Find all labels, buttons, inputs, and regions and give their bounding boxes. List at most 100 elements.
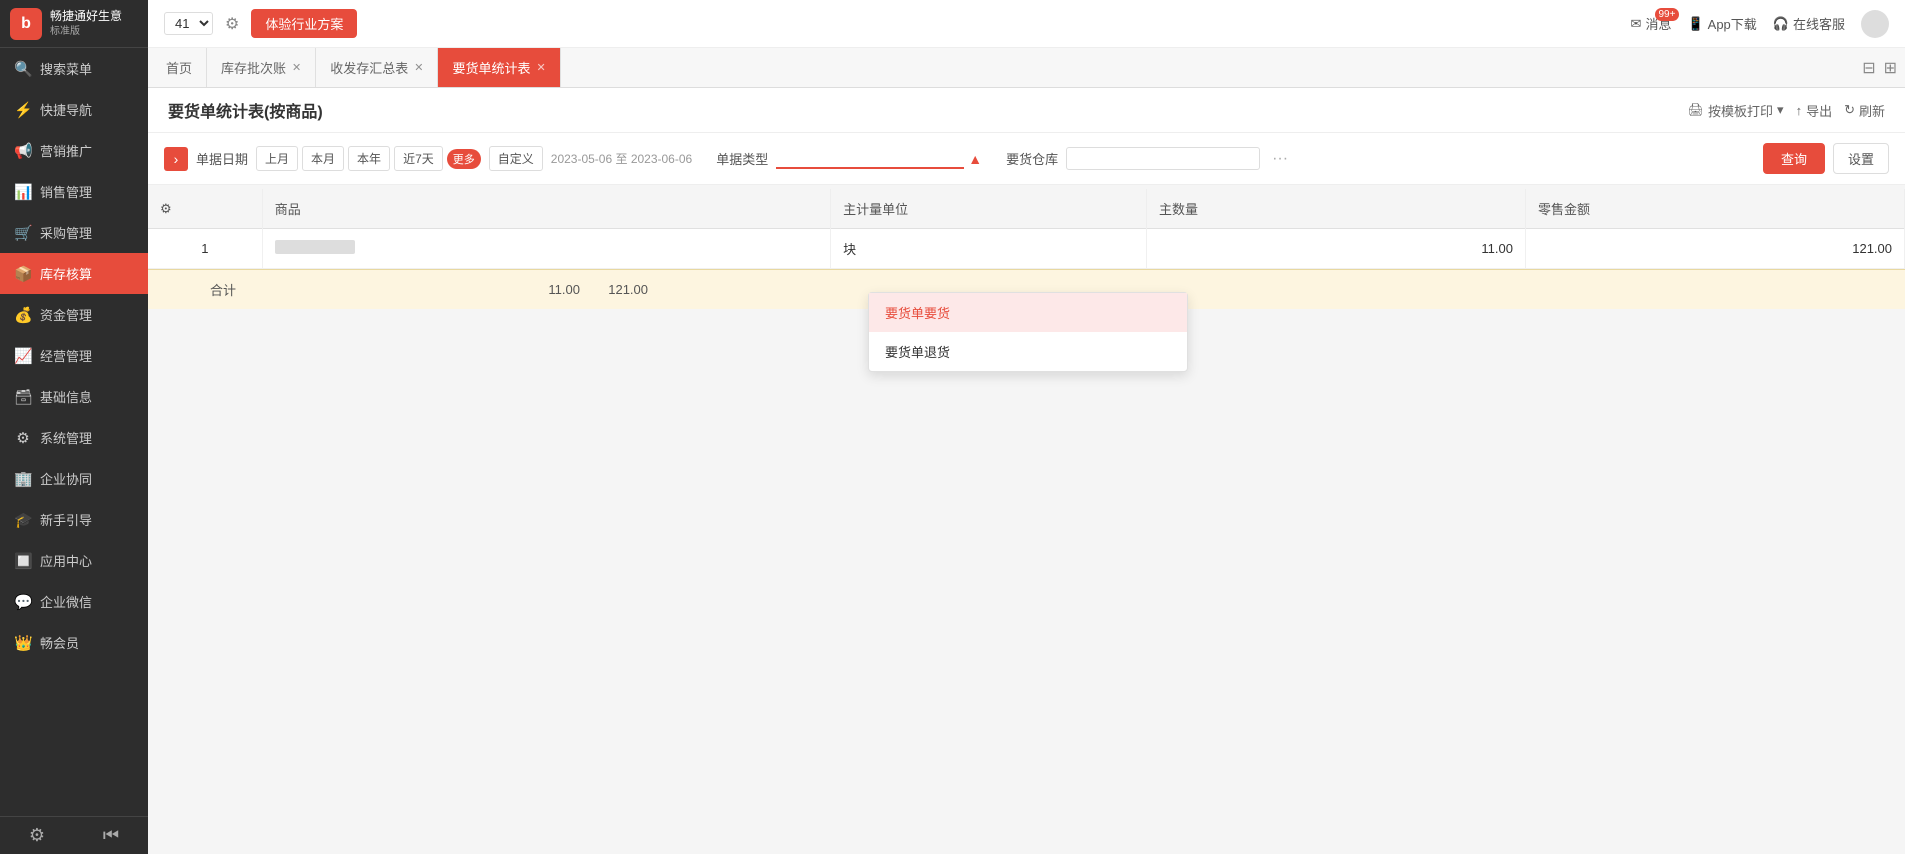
finance-icon: 💰 (14, 306, 32, 324)
dropdown-item-order-return[interactable]: 要货单退货 (869, 332, 1187, 371)
type-chevron-up-icon[interactable]: ▲ (968, 151, 982, 167)
app-download-item[interactable]: 📱 App下载 (1687, 14, 1756, 33)
tab-close-order-stats[interactable]: ✕ (537, 61, 546, 74)
topbar-left: 41 ⚙ 体验行业方案 (164, 9, 357, 38)
sidebar-label-sales: 销售管理 (40, 182, 92, 201)
date-range-display: 2023-05-06 至 2023-06-06 (551, 150, 692, 167)
user-avatar[interactable] (1861, 10, 1889, 38)
tab-inventory-batch[interactable]: 库存批次账 ✕ (207, 48, 316, 87)
sidebar-item-inventory[interactable]: 📦 库存核算 (0, 253, 148, 294)
col-header-amount: 零售金额 (1525, 189, 1904, 229)
tab-max-icon[interactable]: ⊞ (1884, 58, 1897, 78)
filter-toggle[interactable]: › (164, 147, 188, 171)
settings-button[interactable]: 设置 (1833, 143, 1889, 174)
tab-actions: ⊟ ⊞ (1862, 48, 1905, 87)
sidebar-item-marketing[interactable]: 📢 营销推广 (0, 130, 148, 171)
topbar-gear-icon[interactable]: ⚙ (225, 14, 239, 34)
page-header: 要货单统计表(按商品) 🖨 按模板打印 ▾ ↑ 导出 ↻ 刷新 (148, 88, 1905, 133)
sidebar-item-member[interactable]: 👑畅会员 (0, 622, 148, 663)
topbar-right: ✉ 消息 99+ 📱 App下载 🎧 在线客服 (1631, 10, 1889, 38)
sidebar-item-sales[interactable]: 📊 销售管理 (0, 171, 148, 212)
sidebar-item-operation[interactable]: 📈经营管理 (0, 335, 148, 376)
sidebar-item-shortcut[interactable]: ⚡ 快捷导航 (0, 89, 148, 130)
footer-qty: 11.00 (480, 282, 580, 297)
table-row: 1 块 11.00 121.00 (148, 229, 1905, 269)
sidebar: b 畅捷通好生意 标准版 🔍搜索菜单 ⚡ 快捷导航 📢 营销推广 📊 销售管理 🛒 采购管理 📦 库… (0, 0, 148, 854)
col-header-settings[interactable]: ⚙ (148, 189, 262, 229)
footer-label: 合计 (160, 280, 380, 299)
print-chevron-icon: ▾ (1777, 102, 1784, 118)
col-header-goods: 商品 (262, 189, 830, 229)
inventory-icon: 📦 (14, 265, 32, 283)
refresh-icon: ↻ (1844, 102, 1855, 118)
company-select[interactable]: 41 (164, 12, 213, 35)
export-button[interactable]: ↑ 导出 (1796, 101, 1833, 120)
sidebar-label-inventory: 库存核算 (40, 264, 92, 283)
sales-icon: 📊 (14, 183, 32, 201)
filter-more-dots-icon[interactable]: ··· (1272, 150, 1288, 168)
guide-icon: 🎓 (14, 511, 32, 529)
shortcut-icon: ⚡ (14, 101, 32, 119)
operation-icon: 📈 (14, 347, 32, 365)
tab-close-receivable[interactable]: ✕ (414, 61, 423, 74)
marketing-icon: 📢 (14, 142, 32, 160)
sidebar-item-basic[interactable]: 🗃基础信息 (0, 376, 148, 417)
sidebar-item-system[interactable]: ⚙ 系统管理 (0, 417, 148, 458)
sidebar-item-search[interactable]: 🔍搜索菜单 (0, 48, 148, 89)
sidebar-label-enterprise: 企业协同 (40, 469, 92, 488)
sidebar-item-purchase[interactable]: 🛒 采购管理 (0, 212, 148, 253)
message-icon: ✉ (1631, 16, 1642, 32)
dropdown-item-order-goods[interactable]: 要货单要货 (869, 293, 1187, 332)
tab-close-inventory-batch[interactable]: ✕ (292, 61, 301, 74)
btn-last-month[interactable]: 上月 (256, 146, 298, 171)
footer-amount: 121.00 (588, 282, 648, 297)
purchase-icon: 🛒 (14, 224, 32, 242)
sidebar-item-app-center[interactable]: 🔲应用中心 (0, 540, 148, 581)
sidebar-label-system: 系统管理 (40, 428, 92, 447)
sidebar-item-finance[interactable]: 💰 资金管理 (0, 294, 148, 335)
sidebar-item-guide[interactable]: 🎓新手引导 (0, 499, 148, 540)
btn-this-year[interactable]: 本年 (348, 146, 390, 171)
settings-icon[interactable]: ⚙ (29, 825, 45, 846)
sidebar-label-marketing: 营销推广 (40, 141, 92, 160)
row-goods-0 (262, 229, 830, 269)
sidebar-item-enterprise[interactable]: 🏢企业协同 (0, 458, 148, 499)
member-icon: 👑 (14, 634, 32, 652)
tab-receivable-summary[interactable]: 收发存汇总表 ✕ (316, 48, 438, 87)
query-button[interactable]: 查询 (1763, 143, 1825, 174)
row-unit-0: 块 (831, 229, 1147, 269)
message-item[interactable]: ✉ 消息 99+ (1631, 14, 1672, 33)
type-dropdown-menu: 要货单要货 要货单退货 (868, 292, 1188, 372)
refresh-button[interactable]: ↻ 刷新 (1844, 101, 1885, 120)
sidebar-label-finance: 资金管理 (40, 305, 92, 324)
warehouse-filter-input[interactable] (1066, 147, 1260, 170)
print-button[interactable]: 🖨 按模板打印 ▾ (1688, 101, 1784, 120)
system-icon: ⚙ (14, 429, 32, 447)
type-filter-input[interactable] (776, 148, 964, 169)
filter-row: › 单据日期 上月 本月 本年 近7天 更多 自定义 2023-05-06 至 … (164, 143, 1889, 174)
sidebar-label-wechat: 企业微信 (40, 592, 92, 611)
sidebar-label-purchase: 采购管理 (40, 223, 92, 242)
tab-bar: 首页 库存批次账 ✕ 收发存汇总表 ✕ 要货单统计表 ✕ ⊟ ⊞ (148, 48, 1905, 88)
app-logo: b 畅捷通好生意 标准版 (0, 0, 148, 48)
table-area: ⚙ 商品 主计量单位 主数量 零售金额 1 块 11.00 121.00 (148, 189, 1905, 269)
company-selector: 41 (164, 12, 213, 35)
tab-order-stats[interactable]: 要货单统计表 ✕ (438, 48, 560, 87)
tab-min-icon[interactable]: ⊟ (1862, 58, 1875, 78)
row-amount-0: 121.00 (1525, 229, 1904, 269)
btn-custom[interactable]: 自定义 (489, 146, 543, 171)
warehouse-filter-label: 要货仓库 (1006, 149, 1058, 168)
btn-this-month[interactable]: 本月 (302, 146, 344, 171)
print-icon: 🖨 (1688, 102, 1705, 118)
btn-more[interactable]: 更多 (447, 149, 481, 169)
collapse-icon[interactable]: ⏮ (103, 825, 119, 846)
sidebar-label-shortcut: 快捷导航 (40, 100, 92, 119)
search-icon: 🔍 (14, 60, 32, 78)
tab-home[interactable]: 首页 (152, 48, 207, 87)
btn-last-7-days[interactable]: 近7天 (394, 146, 443, 171)
sidebar-item-wechat[interactable]: 💬企业微信 (0, 581, 148, 622)
date-filter-label: 单据日期 (196, 149, 248, 168)
row-qty-0: 11.00 (1147, 229, 1526, 269)
online-service-item[interactable]: 🎧 在线客服 (1773, 14, 1845, 33)
promo-button[interactable]: 体验行业方案 (251, 9, 357, 38)
